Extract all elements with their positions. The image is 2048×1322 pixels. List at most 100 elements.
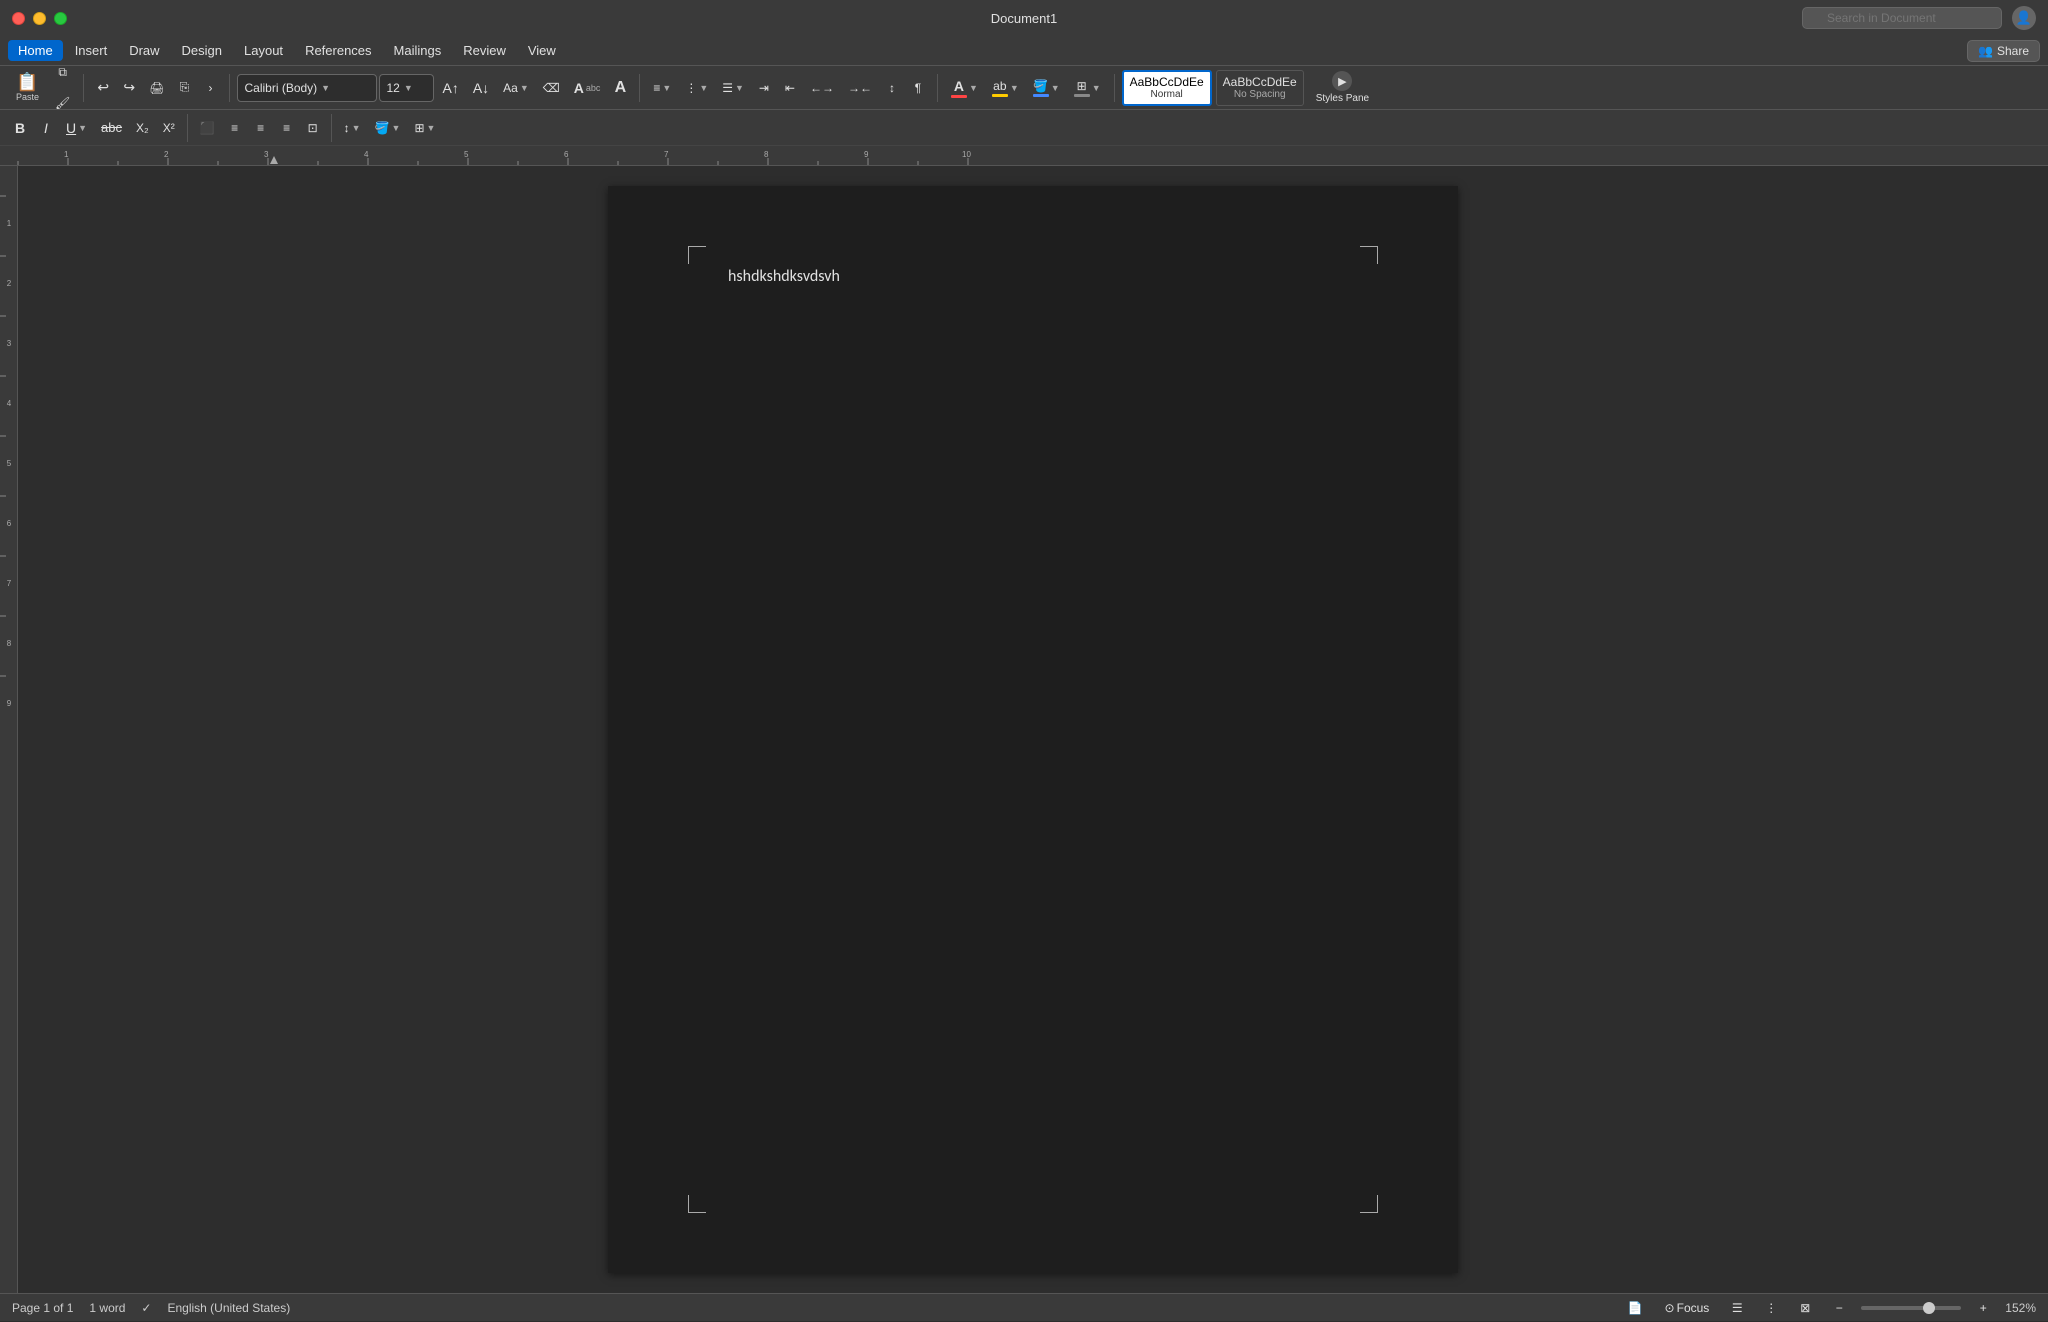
numbered-list-icon: ⋮ [685, 81, 697, 95]
superscript-button[interactable]: X² [157, 114, 181, 142]
proofing-icon[interactable]: ✓ [141, 1301, 151, 1315]
menu-design[interactable]: Design [172, 40, 232, 61]
zoom-slider[interactable] [1861, 1306, 1961, 1310]
increase-font-button[interactable]: A↑ [436, 74, 464, 102]
menu-layout[interactable]: Layout [234, 40, 293, 61]
format-options-button[interactable]: ⎘ [172, 74, 196, 102]
search-container: 🔍 [1802, 7, 2002, 29]
font-size-dropdown[interactable]: 12 ▼ [379, 74, 434, 102]
distributed-button[interactable]: ⊡ [301, 114, 325, 142]
shading2-chevron: ▼ [392, 123, 401, 133]
zoom-out-button[interactable]: − [1827, 1294, 1851, 1322]
clear-format-button[interactable]: ⌫ [537, 74, 566, 102]
bold-button[interactable]: B [8, 114, 32, 142]
separator1 [83, 74, 84, 102]
large-A-icon: A [615, 79, 627, 97]
more-button[interactable]: › [198, 74, 222, 102]
subscript-button[interactable]: X₂ [130, 114, 155, 142]
user-avatar[interactable]: 👤 [2012, 6, 2036, 30]
print-button[interactable]: 🖨 [143, 74, 170, 102]
styles-pane-button[interactable]: ▶ Styles Pane [1308, 67, 1377, 108]
align-left-button[interactable]: ⬛ [194, 114, 221, 142]
italic-button[interactable]: I [34, 114, 58, 142]
shading2-button[interactable]: 🪣 ▼ [369, 114, 407, 142]
ltr-button[interactable]: ←→ [804, 74, 840, 102]
layout-icon3[interactable]: ⊠ [1793, 1294, 1817, 1322]
format-painter-button[interactable]: 🖌 [49, 89, 76, 117]
page-content[interactable]: hshdkshdksvdsvh [728, 266, 1378, 288]
multilevel-list-button[interactable]: ☰ ▼ [716, 74, 750, 102]
change-case-icon: Aa [503, 81, 518, 95]
styles-gallery: AaBbCcDdEe Normal AaBbCcDdEe No Spacing … [1122, 67, 1377, 108]
copy-icon: ⧉ [58, 65, 67, 80]
borders-button[interactable]: ⊞ ▼ [1068, 74, 1107, 102]
svg-text:5: 5 [7, 459, 12, 468]
outline-icon[interactable]: ⋮ [1759, 1294, 1783, 1322]
font-color-bar [951, 95, 967, 98]
bullet-list-button[interactable]: ≡ ▼ [647, 74, 677, 102]
focus-label: Focus [1677, 1301, 1710, 1315]
focus-button[interactable]: ⊙ Focus [1659, 1294, 1716, 1322]
page-info: Page 1 of 1 [12, 1301, 73, 1315]
borders2-button[interactable]: ⊞ ▼ [408, 114, 441, 142]
underline-button[interactable]: U ▼ [60, 114, 93, 142]
row2-sep1 [187, 114, 188, 142]
align-right-icon: ≡ [257, 121, 264, 135]
line-spacing-button[interactable]: ↕ ▼ [338, 114, 367, 142]
decrease-indent-button[interactable]: ⇤ [778, 74, 802, 102]
bullet-list-icon: ≡ [653, 81, 660, 95]
style-nospacing-button[interactable]: AaBbCcDdEe No Spacing [1216, 70, 1304, 106]
decrease-font-button[interactable]: A↓ [467, 74, 495, 102]
font-section: Calibri (Body) ▼ 12 ▼ A↑ A↓ Aa ▼ ⌫ A abc… [237, 74, 632, 102]
change-case-button[interactable]: Aa ▼ [497, 74, 535, 102]
show-formatting-button[interactable]: ¶ [906, 74, 930, 102]
strikethrough-button[interactable]: abc [95, 114, 128, 142]
maximize-button[interactable] [54, 12, 67, 25]
align-left-icon: ⬛ [200, 121, 215, 135]
text-style-button[interactable]: A abc [568, 74, 607, 102]
layout-icon2[interactable]: ☰ [1725, 1294, 1749, 1322]
nospacing-label: No Spacing [1234, 89, 1286, 100]
style-normal-button[interactable]: AaBbCcDdEe Normal [1122, 70, 1212, 106]
sort-button[interactable]: ↕ [880, 74, 904, 102]
increase-indent-button[interactable]: ⇥ [752, 74, 776, 102]
large-A-button[interactable]: A [608, 74, 632, 102]
numbered-list-button[interactable]: ⋮ ▼ [679, 74, 714, 102]
print-icon: 🖨 [149, 81, 164, 95]
undo-button[interactable]: ↩ [91, 74, 115, 102]
toolbar-row1: 📋 Paste ⧉ 🖌 ↩ ↪ 🖨 ⎘ › [0, 66, 2048, 110]
svg-text:2: 2 [164, 150, 169, 159]
language-indicator[interactable]: English (United States) [167, 1301, 290, 1315]
row2-sep2 [331, 114, 332, 142]
align-right-button[interactable]: ≡ [249, 114, 273, 142]
copy-button[interactable]: ⧉ [49, 59, 76, 87]
font-color-indicator: A [951, 78, 967, 98]
bullet-chevron: ▼ [662, 83, 671, 93]
vertical-ruler: 1 2 3 4 5 6 7 8 9 [0, 166, 18, 1293]
svg-text:4: 4 [7, 399, 12, 408]
font-name-dropdown[interactable]: Calibri (Body) ▼ [237, 74, 377, 102]
zoom-in-button[interactable]: + [1971, 1294, 1995, 1322]
text-highlight-button[interactable]: ab ▼ [986, 74, 1025, 102]
menu-mailings[interactable]: Mailings [384, 40, 452, 61]
paste-button[interactable]: 📋 Paste [8, 70, 47, 106]
svg-text:7: 7 [7, 579, 12, 588]
shading-button[interactable]: 🪣 ▼ [1027, 74, 1066, 102]
menu-review[interactable]: Review [453, 40, 516, 61]
share-button[interactable]: 👥 Share [1967, 40, 2040, 62]
superscript-icon: X² [163, 121, 175, 135]
redo-button[interactable]: ↪ [117, 74, 141, 102]
align-center-button[interactable]: ≡ [223, 114, 247, 142]
close-button[interactable] [12, 12, 25, 25]
font-color-button[interactable]: A ▼ [945, 74, 984, 102]
ruler-content: 1 2 3 4 5 6 7 8 9 10 [0, 146, 2048, 165]
document-page[interactable]: hshdkshdksvdsvh [608, 186, 1458, 1273]
justify-button[interactable]: ≡ [275, 114, 299, 142]
menu-draw[interactable]: Draw [119, 40, 169, 61]
layout-icon1[interactable]: 📄 [1622, 1294, 1649, 1322]
minimize-button[interactable] [33, 12, 46, 25]
menu-references[interactable]: References [295, 40, 381, 61]
search-input[interactable] [1802, 7, 2002, 29]
menu-view[interactable]: View [518, 40, 566, 61]
rtl-button[interactable]: →← [842, 74, 878, 102]
